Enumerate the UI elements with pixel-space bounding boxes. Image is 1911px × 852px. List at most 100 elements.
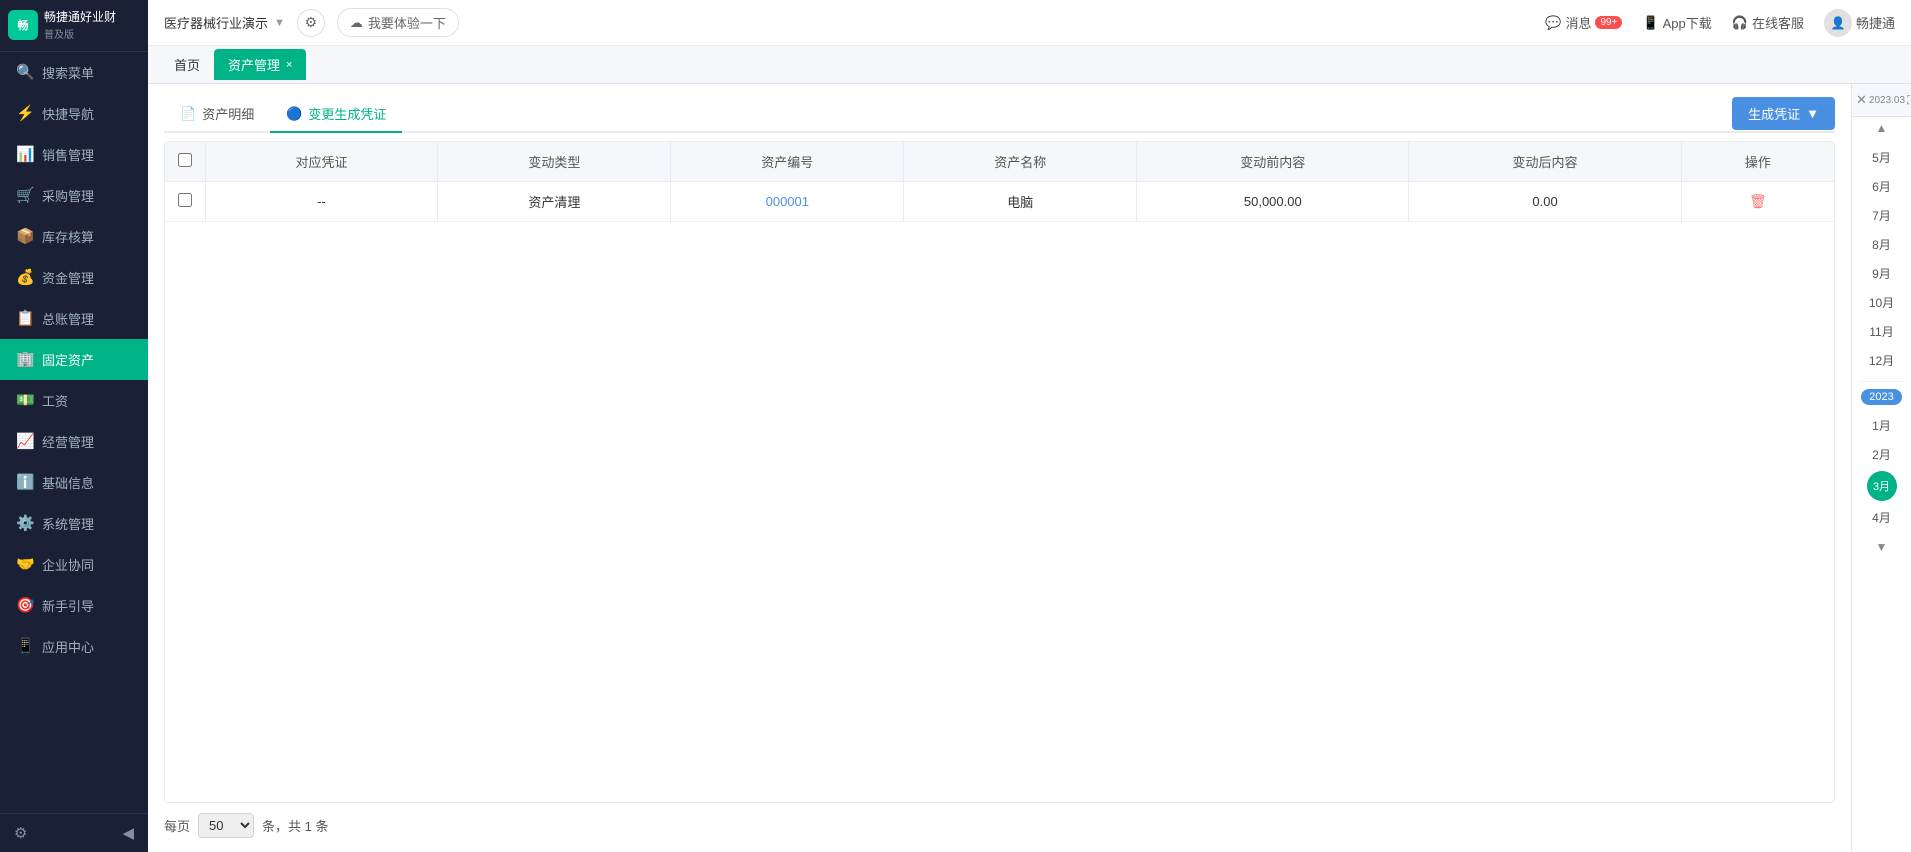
cal-month-dec[interactable]: 12月 [1852,346,1911,375]
sub-tab-change-voucher[interactable]: 🔵 变更生成凭证 [270,96,402,133]
sidebar-item-fixed-assets[interactable]: 🏢 固定资产 [0,339,148,380]
collapse-icon[interactable]: ◀ [122,824,134,842]
generate-voucher-button[interactable]: 生成凭证 ▼ [1732,97,1835,130]
sidebar-item-basic-info[interactable]: ℹ️ 基础信息 [0,462,148,503]
notifications-badge: 99+ [1595,16,1622,29]
cal-month-aug[interactable]: 8月 [1852,230,1911,259]
quick-nav-icon: ⚡ [16,104,34,122]
logo-text: 畅捷通好业财 普及版 [44,10,116,41]
cal-divider [1858,381,1905,382]
sidebar-item-inventory[interactable]: 📦 库存核算 [0,216,148,257]
cal-2023-apr[interactable]: 4月 [1852,503,1911,532]
per-page-select[interactable]: 10 20 50 100 [198,813,254,838]
app-version: 普及版 [44,26,116,41]
panel-close-icon[interactable]: ✕ [1856,92,1867,108]
download-icon: 📱 [1642,15,1658,31]
sidebar-item-guide[interactable]: 🎯 新手引导 [0,585,148,626]
sidebar-label-enterprise: 企业协同 [42,555,94,574]
sidebar-label-basic-info: 基础信息 [42,473,94,492]
sidebar-item-search[interactable]: 🔍 搜索菜单 [0,52,148,93]
company-selector[interactable]: 医疗器械行业演示 ▼ [164,13,285,32]
feedback-button[interactable]: ☁ 我要体验一下 [337,8,459,37]
panel-expand-icon[interactable]: ⛶ [1907,93,1911,108]
row-voucher: -- [205,182,438,222]
topbar-right: 💬 消息 99+ 📱 App下载 🎧 在线客服 👤 畅捷通 [1545,9,1895,37]
active-tab-label: 资产管理 [228,55,280,74]
sidebar-item-ledger[interactable]: 📋 总账管理 [0,298,148,339]
sidebar-item-operations[interactable]: 📈 经营管理 [0,421,148,462]
calendar-year-label: 2023.03 [1869,95,1905,106]
user-avatar: 👤 [1824,9,1852,37]
cal-2023-mar[interactable]: 3月 [1867,471,1897,501]
cal-month-jul[interactable]: 7月 [1852,201,1911,230]
sub-tabs: 📄 资产明细 🔵 变更生成凭证 生成凭证 ▼ [164,96,1835,133]
main-area: 医疗器械行业演示 ▼ ⚙ ☁ 我要体验一下 💬 消息 99+ 📱 App下载 🎧… [148,0,1911,852]
sidebar-item-sales[interactable]: 📊 销售管理 [0,134,148,175]
col-change-type: 变动类型 [438,142,671,182]
sub-tab-asset-list[interactable]: 📄 资产明细 [164,96,270,133]
tab-asset-management[interactable]: 资产管理 × [214,49,306,80]
tab-home[interactable]: 首页 [164,49,210,80]
operations-icon: 📈 [16,432,34,450]
cal-2023-months: 1月 2月 3月 4月 [1852,407,1911,536]
sidebar-item-system[interactable]: ⚙️ 系统管理 [0,503,148,544]
main-content: 📄 资产明细 🔵 变更生成凭证 生成凭证 ▼ [148,84,1851,852]
sidebar-label-search: 搜索菜单 [42,63,94,82]
settings-bottom-icon[interactable]: ⚙ [14,824,27,842]
sidebar-item-enterprise[interactable]: 🤝 企业协同 [0,544,148,585]
cal-nav-down[interactable]: ▼ [1852,536,1911,558]
cal-2023-jan[interactable]: 1月 [1852,411,1911,440]
notification-icon: 💬 [1545,15,1561,31]
user-name: 畅捷通 [1856,13,1895,32]
cal-month-jun[interactable]: 6月 [1852,172,1911,201]
row-select-checkbox[interactable] [178,193,192,207]
cal-month-may[interactable]: 5月 [1852,143,1911,172]
delete-icon[interactable]: 🗑 [1749,193,1767,209]
sidebar-label-purchase: 采购管理 [42,186,94,205]
asset-list-icon: 📄 [180,106,196,122]
panel-header: ✕ 2023.03 ⛶ [1852,84,1911,117]
col-voucher: 对应凭证 [205,142,438,182]
user-menu[interactable]: 👤 畅捷通 [1824,9,1895,37]
sidebar-label-operations: 经营管理 [42,432,94,451]
sidebar-item-quick-nav[interactable]: ⚡ 快捷导航 [0,93,148,134]
tab-close-icon[interactable]: × [286,59,292,71]
pagination: 每页 10 20 50 100 条，共 1 条 [164,803,1835,840]
apps-icon: 📱 [16,637,34,655]
cal-month-sep[interactable]: 9月 [1852,259,1911,288]
notifications-button[interactable]: 💬 消息 99+ [1545,13,1622,32]
cal-nav-up[interactable]: ▲ [1852,117,1911,139]
sidebar-label-funds: 资金管理 [42,268,94,287]
cal-2023-feb[interactable]: 2月 [1852,440,1911,469]
dropdown-arrow-icon: ▼ [1806,106,1819,121]
sub-tab-change-voucher-label: 变更生成凭证 [308,104,386,123]
sidebar-item-apps[interactable]: 📱 应用中心 [0,626,148,667]
online-service-button[interactable]: 🎧 在线客服 [1732,13,1804,32]
inventory-icon: 📦 [16,227,34,245]
right-panel: ✕ 2023.03 ⛶ ▲ 5月 6月 7月 8月 9月 10月 11月 12月 [1851,84,1911,852]
row-before: 50,000.00 [1137,182,1409,222]
settings-button[interactable]: ⚙ [297,9,325,37]
app-download-button[interactable]: 📱 App下载 [1642,13,1711,32]
sidebar-item-funds[interactable]: 💰 资金管理 [0,257,148,298]
table-row: -- 资产清理 000001 电脑 50,000.00 0.00 🗑 [165,182,1834,222]
guide-icon: 🎯 [16,596,34,614]
basic-info-icon: ℹ️ [16,473,34,491]
service-icon: 🎧 [1732,15,1748,31]
sidebar-label-apps: 应用中心 [42,637,94,656]
sidebar-item-purchase[interactable]: 🛒 采购管理 [0,175,148,216]
sidebar: 畅 畅捷通好业财 普及版 🔍 搜索菜单 ⚡ 快捷导航 📊 销售管理 🛒 采购管理… [0,0,148,852]
select-all-checkbox[interactable] [178,153,192,167]
funds-icon: 💰 [16,268,34,286]
cal-year-2023[interactable]: 2023 [1861,389,1901,405]
calendar-scroll[interactable]: ▲ 5月 6月 7月 8月 9月 10月 11月 12月 2023 1月 [1852,117,1911,852]
col-after: 变动后内容 [1409,142,1681,182]
enterprise-icon: 🤝 [16,555,34,573]
cal-month-oct[interactable]: 10月 [1852,288,1911,317]
cal-month-nov[interactable]: 11月 [1852,317,1911,346]
col-before: 变动前内容 [1137,142,1409,182]
company-chevron-icon: ▼ [274,17,285,29]
search-icon: 🔍 [16,63,34,81]
sidebar-item-salary[interactable]: 💵 工资 [0,380,148,421]
gear-icon: ⚙ [305,14,318,31]
